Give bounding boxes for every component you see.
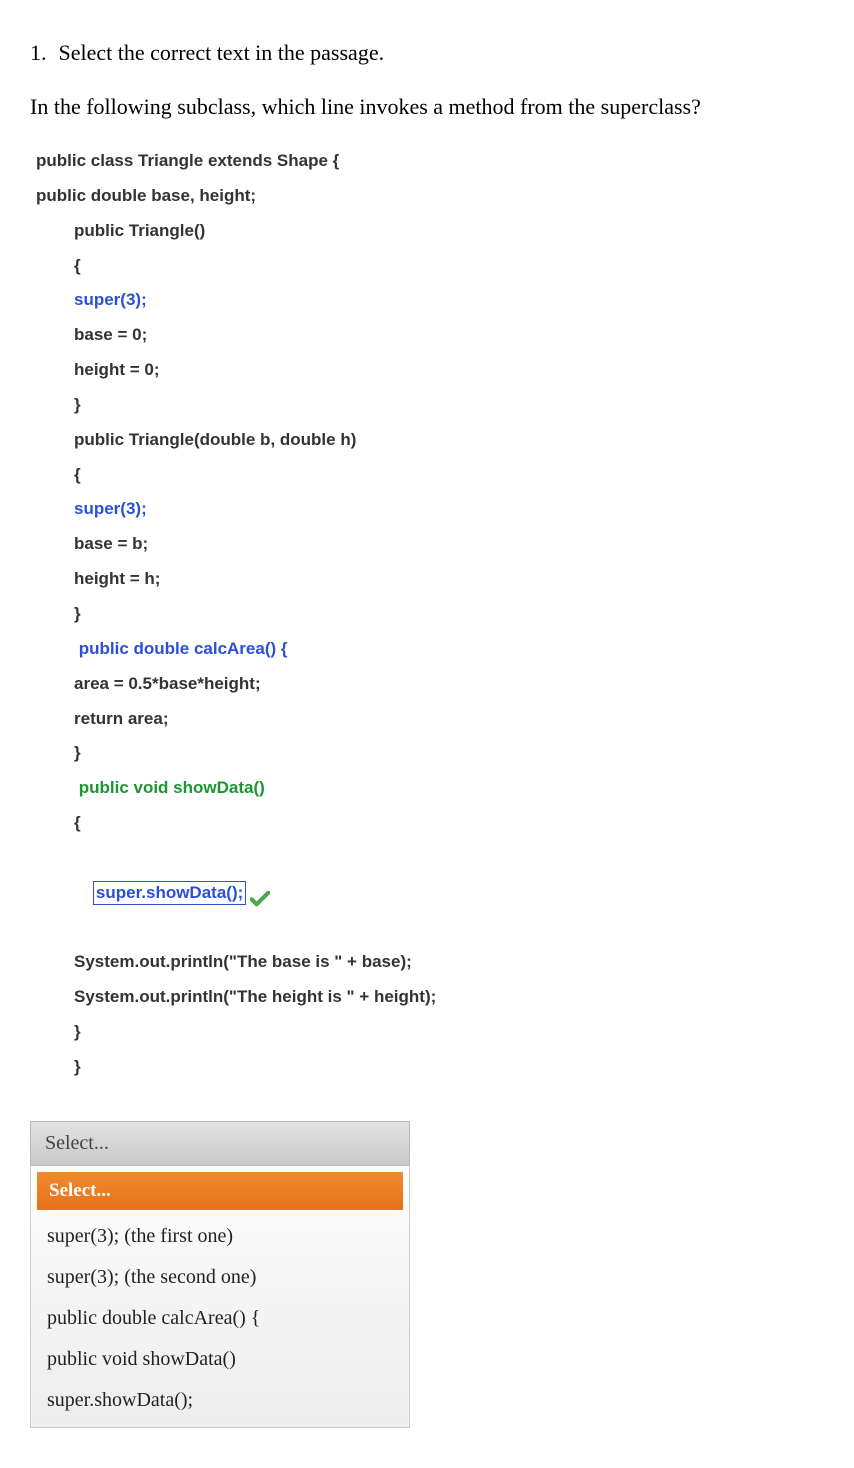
dropdown-option[interactable]: public double calcArea() { xyxy=(37,1298,403,1339)
selected-answer: super.showData(); xyxy=(93,881,246,905)
code-line: } xyxy=(36,388,824,423)
code-line: return area; xyxy=(36,702,824,737)
code-line: } xyxy=(36,597,824,632)
code-line: public Triangle() xyxy=(36,214,824,249)
code-line: { xyxy=(36,249,824,284)
code-line: height = h; xyxy=(36,562,824,597)
code-line: public class Triangle extends Shape { xyxy=(36,144,824,179)
question-title: Select the correct text in the passage. xyxy=(59,40,385,66)
dropdown[interactable]: Select... Select... super(3); (the first… xyxy=(30,1121,410,1428)
dropdown-header[interactable]: Select... xyxy=(30,1121,410,1166)
code-line: base = b; xyxy=(36,527,824,562)
code-line: public Triangle(double b, double h) xyxy=(36,423,824,458)
dropdown-selected-option[interactable]: Select... xyxy=(37,1172,403,1210)
code-line-selectable[interactable]: public void showData() xyxy=(36,771,824,806)
code-line-selectable[interactable]: super(3); xyxy=(36,492,824,527)
dropdown-list: Select... super(3); (the first one) supe… xyxy=(30,1166,410,1428)
code-block: public class Triangle extends Shape { pu… xyxy=(30,144,824,1085)
code-line: base = 0; xyxy=(36,318,824,353)
question-prompt: In the following subclass, which line in… xyxy=(30,94,824,120)
dropdown-option[interactable]: super.showData(); xyxy=(37,1380,403,1421)
code-line: System.out.println("The height is " + he… xyxy=(36,980,824,1015)
question-number: 1. xyxy=(30,40,47,66)
code-line-selected[interactable]: super.showData(); xyxy=(36,841,824,946)
code-line: System.out.println("The base is " + base… xyxy=(36,945,824,980)
code-line: public double base, height; xyxy=(36,179,824,214)
code-line: { xyxy=(36,458,824,493)
code-line-selectable[interactable]: public double calcArea() { xyxy=(36,632,824,667)
dropdown-option[interactable]: super(3); (the second one) xyxy=(37,1257,403,1298)
code-line: } xyxy=(36,1050,824,1085)
dropdown-option[interactable]: super(3); (the first one) xyxy=(37,1216,403,1257)
question-header: 1. Select the correct text in the passag… xyxy=(30,40,824,66)
dropdown-option[interactable]: public void showData() xyxy=(37,1339,403,1380)
code-line: } xyxy=(36,736,824,771)
code-line: { xyxy=(36,806,824,841)
code-line-selectable[interactable]: super(3); xyxy=(36,283,824,318)
code-line: area = 0.5*base*height; xyxy=(36,667,824,702)
code-line: } xyxy=(36,1015,824,1050)
code-line: height = 0; xyxy=(36,353,824,388)
check-icon xyxy=(250,885,270,901)
